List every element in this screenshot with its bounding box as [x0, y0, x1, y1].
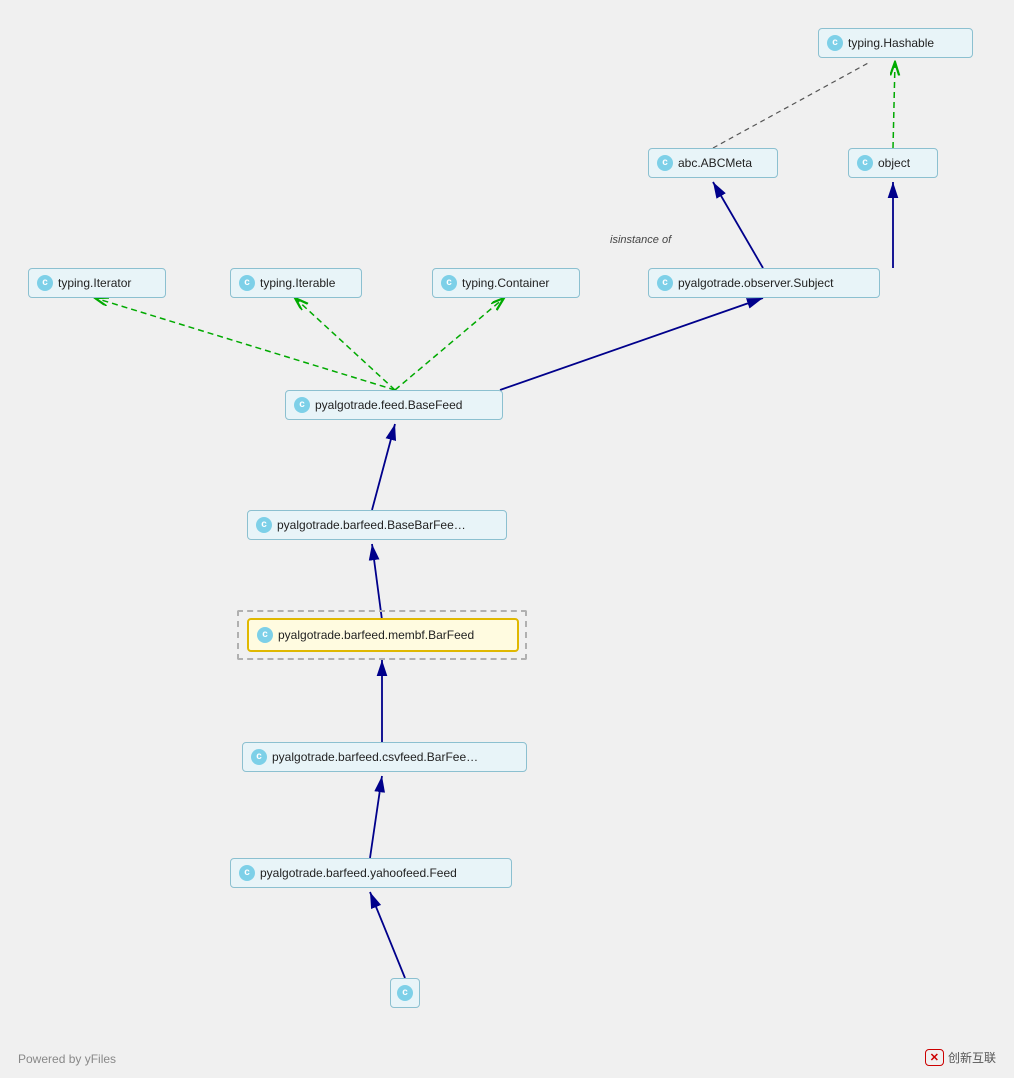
- c-badge: c: [827, 35, 843, 51]
- node-c-bottom[interactable]: c: [390, 978, 420, 1008]
- c-badge: c: [257, 627, 273, 643]
- footer-right: ✕ 创新互联: [925, 1049, 996, 1066]
- node-label: typing.Iterable: [260, 276, 335, 290]
- node-barfeed-csvfeed[interactable]: c pyalgotrade.barfeed.csvfeed.BarFee…: [242, 742, 527, 772]
- c-badge: c: [294, 397, 310, 413]
- c-badge: c: [239, 865, 255, 881]
- node-label: abc.ABCMeta: [678, 156, 752, 170]
- node-label: typing.Container: [462, 276, 549, 290]
- node-observer-subject[interactable]: c pyalgotrade.observer.Subject: [648, 268, 880, 298]
- c-badge: c: [657, 275, 673, 291]
- node-feed-basefeed[interactable]: c pyalgotrade.feed.BaseFeed: [285, 390, 503, 420]
- node-typing-iterator[interactable]: c typing.Iterator: [28, 268, 166, 298]
- diagram-container: c typing.Hashable c abc.ABCMeta c object…: [0, 0, 1014, 1078]
- footer-left: Powered by yFiles: [18, 1052, 116, 1066]
- c-badge: c: [239, 275, 255, 291]
- c-badge: c: [441, 275, 457, 291]
- node-barfeed-membf[interactable]: c pyalgotrade.barfeed.membf.BarFeed: [247, 618, 519, 652]
- c-badge: c: [657, 155, 673, 171]
- c-badge: c: [397, 985, 413, 1001]
- node-label: pyalgotrade.barfeed.csvfeed.BarFee…: [272, 750, 478, 764]
- node-label: typing.Hashable: [848, 36, 934, 50]
- c-badge: c: [256, 517, 272, 533]
- node-typing-hashable[interactable]: c typing.Hashable: [818, 28, 973, 58]
- node-typing-container[interactable]: c typing.Container: [432, 268, 580, 298]
- node-label: typing.Iterator: [58, 276, 131, 290]
- node-label: pyalgotrade.barfeed.BaseBarFee…: [277, 518, 466, 532]
- c-badge: c: [251, 749, 267, 765]
- node-barfeed-yahoofeed[interactable]: c pyalgotrade.barfeed.yahoofeed.Feed: [230, 858, 512, 888]
- node-label: pyalgotrade.barfeed.membf.BarFeed: [278, 628, 474, 642]
- node-abc-abcmeta[interactable]: c abc.ABCMeta: [648, 148, 778, 178]
- node-label: pyalgotrade.observer.Subject: [678, 276, 833, 290]
- node-label: object: [878, 156, 910, 170]
- isinstance-label: isinstance of: [610, 234, 671, 246]
- node-barfeed-basebarfeed[interactable]: c pyalgotrade.barfeed.BaseBarFee…: [247, 510, 507, 540]
- node-typing-iterable[interactable]: c typing.Iterable: [230, 268, 362, 298]
- node-label: pyalgotrade.barfeed.yahoofeed.Feed: [260, 866, 457, 880]
- node-label: pyalgotrade.feed.BaseFeed: [315, 398, 462, 412]
- logo-badge: ✕: [925, 1049, 944, 1066]
- node-object[interactable]: c object: [848, 148, 938, 178]
- c-badge: c: [857, 155, 873, 171]
- c-badge: c: [37, 275, 53, 291]
